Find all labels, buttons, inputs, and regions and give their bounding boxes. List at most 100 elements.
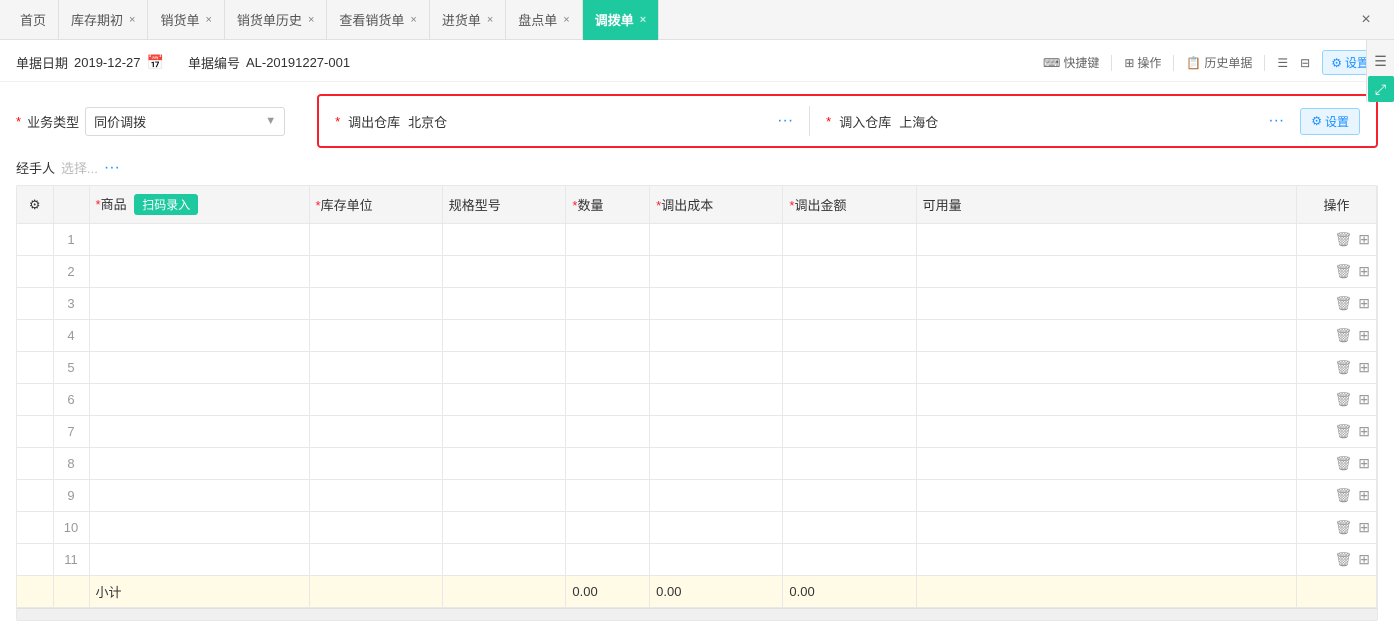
operations-button[interactable]: ⊞ 操作 — [1124, 54, 1161, 71]
header-actions: ⌨ 快捷键 ⊞ 操作 📋 历史单据 ☰ ⊟ ⚙ 设置 — [1043, 50, 1378, 75]
calendar-icon[interactable]: 📅 — [147, 54, 164, 71]
divider — [1173, 55, 1174, 71]
col-header-product: *商品 扫码录入 — [89, 186, 309, 224]
in-warehouse-more-icon[interactable]: ··· — [1268, 112, 1284, 130]
sidebar-expand-icon[interactable]: ⤢ — [1368, 76, 1394, 102]
col-header-quantity: *数量 — [566, 186, 650, 224]
warehouse-settings-button[interactable]: ⚙ 设置 — [1300, 108, 1360, 135]
table-row: 6 🗑 ⊞ — [17, 384, 1377, 416]
warehouse-divider — [809, 106, 810, 136]
delete-icon[interactable]: 🗑 — [1334, 263, 1352, 280]
close-icon[interactable]: × — [205, 14, 211, 26]
table-row: 2 🗑 ⊞ — [17, 256, 1377, 288]
required-star: * — [335, 114, 340, 129]
col-header-spec: 规格型号 — [442, 186, 566, 224]
table-settings-icon[interactable]: ⚙ — [29, 197, 41, 212]
order-field: 单据编号 AL-20191227-001 — [188, 53, 350, 72]
copy-icon[interactable]: ⊞ — [1358, 519, 1370, 536]
out-warehouse-label: 调出仓库 — [348, 112, 400, 131]
data-table: ⚙ *商品 扫码录入 *库存单位 规格型号 *数量 — [17, 186, 1377, 608]
total-amount: 0.00 — [783, 576, 916, 608]
delete-icon[interactable]: 🗑 — [1334, 455, 1352, 472]
out-warehouse-field: * 调出仓库 北京仓 ··· — [335, 112, 793, 131]
col-header-actions: 操作 — [1297, 186, 1377, 224]
window-close-button[interactable]: × — [1346, 0, 1386, 40]
history-button[interactable]: 📋 历史单据 — [1186, 54, 1252, 71]
delete-icon[interactable]: 🗑 — [1334, 487, 1352, 504]
delete-icon[interactable]: 🗑 — [1334, 423, 1352, 440]
history-icon: 📋 — [1186, 56, 1201, 70]
tab-transfer-order[interactable]: 调拨单 × — [583, 0, 659, 40]
close-icon[interactable]: × — [410, 14, 416, 26]
delete-icon[interactable]: 🗑 — [1334, 231, 1352, 248]
table-row: 5 🗑 ⊞ — [17, 352, 1377, 384]
form-header: 单据日期 2019-12-27 📅 单据编号 AL-20191227-001 ⌨… — [0, 40, 1394, 82]
col-header-amount: *调出金额 — [783, 186, 916, 224]
close-icon[interactable]: × — [129, 14, 135, 26]
scan-button[interactable]: 扫码录入 — [134, 194, 198, 215]
table-row: 10 🗑 ⊞ — [17, 512, 1377, 544]
tab-stock-check[interactable]: 盘点单 × — [506, 0, 582, 40]
in-warehouse-label: 调入仓库 — [839, 112, 891, 131]
table-header-row: ⚙ *商品 扫码录入 *库存单位 规格型号 *数量 — [17, 186, 1377, 224]
out-warehouse-more-icon[interactable]: ··· — [777, 112, 793, 130]
layout-toggle-2[interactable]: ⊟ — [1300, 56, 1310, 70]
delete-icon[interactable]: 🗑 — [1334, 391, 1352, 408]
tab-inventory-init[interactable]: 库存期初 × — [59, 0, 148, 40]
layout-toggle-1[interactable]: ☰ — [1277, 56, 1288, 70]
delete-icon[interactable]: 🗑 — [1334, 295, 1352, 312]
copy-icon[interactable]: ⊞ — [1358, 455, 1370, 472]
order-value: AL-20191227-001 — [246, 55, 350, 70]
grid-layout-icon: ⊟ — [1300, 56, 1310, 70]
copy-icon[interactable]: ⊞ — [1358, 359, 1370, 376]
delete-icon[interactable]: 🗑 — [1334, 359, 1352, 376]
settings-gear-icon: ⚙ — [1311, 114, 1322, 128]
close-icon[interactable]: × — [487, 14, 493, 26]
table-row: 1 🗑 ⊞ — [17, 224, 1377, 256]
in-warehouse-value: 上海仓 — [899, 112, 938, 131]
delete-icon[interactable]: 🗑 — [1334, 519, 1352, 536]
copy-icon[interactable]: ⊞ — [1358, 295, 1370, 312]
form-row-1: * 业务类型 同价调拨 ▼ * 调出仓库 北京仓 ··· * 调入仓库 上海仓 … — [16, 94, 1378, 148]
business-type-group: * 业务类型 同价调拨 ▼ — [16, 107, 285, 136]
sidebar-list-icon[interactable]: ☰ — [1368, 48, 1394, 74]
tab-sales-order[interactable]: 销货单 × — [148, 0, 224, 40]
tab-bar: 首页 库存期初 × 销货单 × 销货单历史 × 查看销货单 × 进货单 × 盘点… — [0, 0, 1394, 40]
close-icon[interactable]: × — [308, 14, 314, 26]
settings-icon: ⚙ — [1331, 56, 1342, 70]
tab-sales-history[interactable]: 销货单历史 × — [225, 0, 327, 40]
copy-icon[interactable]: ⊞ — [1358, 391, 1370, 408]
col-header-unit: *库存单位 — [309, 186, 442, 224]
tab-view-sales[interactable]: 查看销货单 × — [327, 0, 429, 40]
tab-purchase-order[interactable]: 进货单 × — [430, 0, 506, 40]
main-content: * 业务类型 同价调拨 ▼ * 调出仓库 北京仓 ··· * 调入仓库 上海仓 … — [0, 82, 1394, 633]
copy-icon[interactable]: ⊞ — [1358, 423, 1370, 440]
copy-icon[interactable]: ⊞ — [1358, 487, 1370, 504]
total-row: 小计 0.00 0.00 0.00 — [17, 576, 1377, 608]
close-icon[interactable]: × — [640, 14, 646, 26]
total-cost: 0.00 — [650, 576, 783, 608]
horizontal-scrollbar[interactable] — [17, 608, 1377, 620]
business-type-select[interactable]: 同价调拨 ▼ — [85, 107, 285, 136]
col-header-index — [53, 186, 89, 224]
close-icon[interactable]: × — [563, 14, 569, 26]
date-value: 2019-12-27 — [74, 55, 141, 70]
shortcut-button[interactable]: ⌨ 快捷键 — [1043, 54, 1099, 71]
data-table-wrapper: ⚙ *商品 扫码录入 *库存单位 规格型号 *数量 — [16, 185, 1378, 621]
copy-icon[interactable]: ⊞ — [1358, 263, 1370, 280]
delete-icon[interactable]: 🗑 — [1334, 551, 1352, 568]
copy-icon[interactable]: ⊞ — [1358, 551, 1370, 568]
copy-icon[interactable]: ⊞ — [1358, 231, 1370, 248]
divider — [1111, 55, 1112, 71]
col-header-settings[interactable]: ⚙ — [17, 186, 53, 224]
required-star: * — [16, 114, 21, 129]
business-type-label: 业务类型 — [27, 112, 79, 131]
person-more-icon[interactable]: ··· — [104, 159, 120, 177]
tab-home[interactable]: 首页 — [8, 0, 59, 40]
delete-icon[interactable]: 🗑 — [1334, 327, 1352, 344]
person-select[interactable]: 选择... — [61, 158, 98, 177]
copy-icon[interactable]: ⊞ — [1358, 327, 1370, 344]
table-row: 7 🗑 ⊞ — [17, 416, 1377, 448]
person-label: 经手人 — [16, 158, 55, 177]
table-scroll-container[interactable]: ⚙ *商品 扫码录入 *库存单位 规格型号 *数量 — [17, 186, 1377, 608]
